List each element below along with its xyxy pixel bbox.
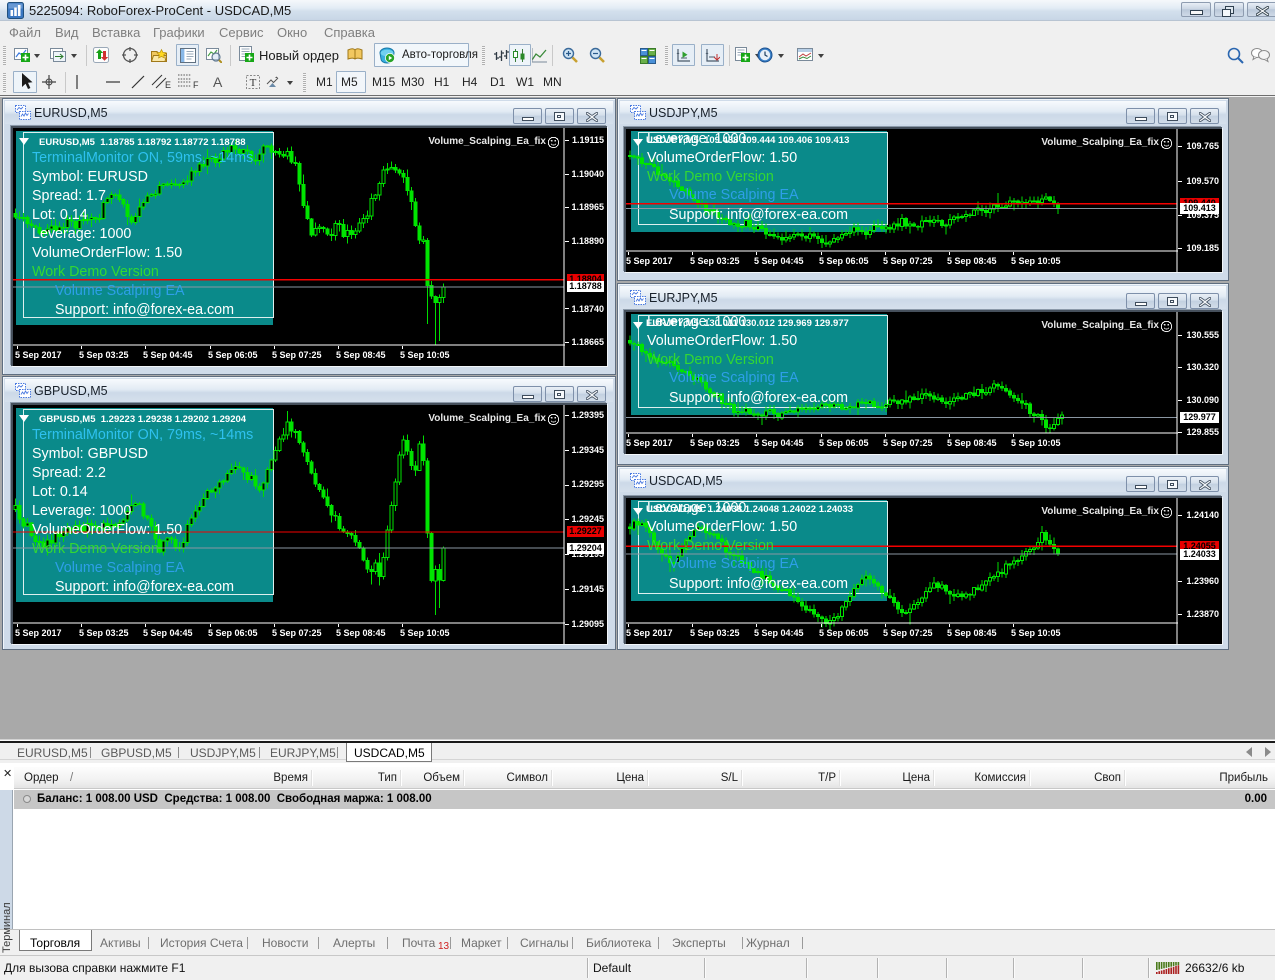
svg-text:T: T [250,77,257,89]
